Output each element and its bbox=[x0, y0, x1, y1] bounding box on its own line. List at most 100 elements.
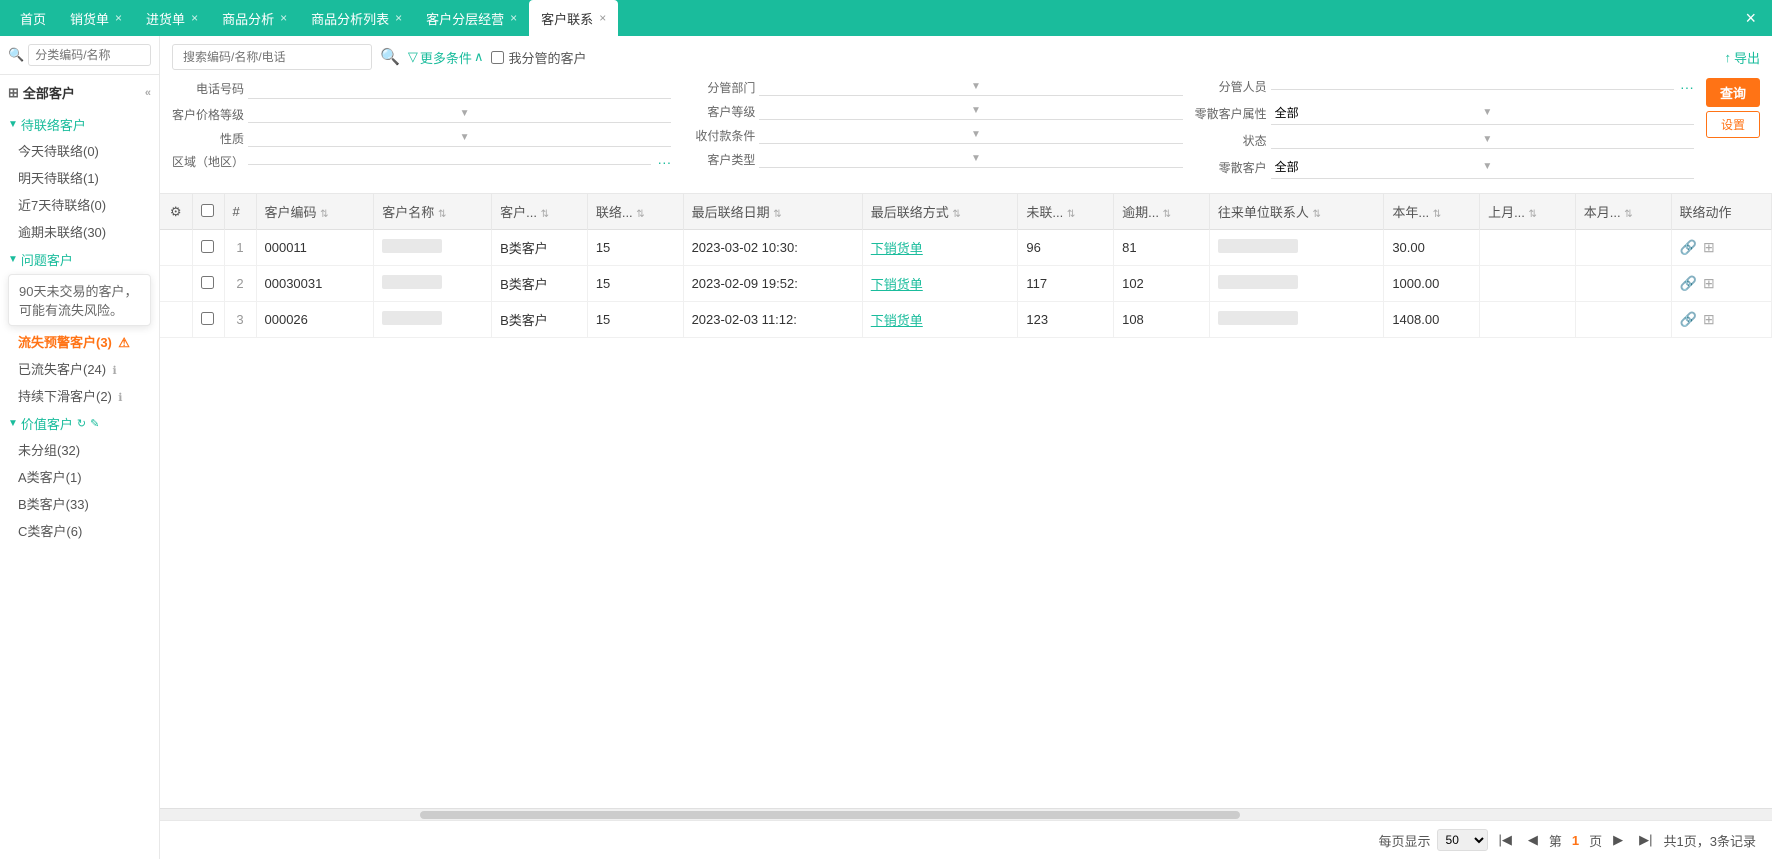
sidebar-item-churned[interactable]: 已流失客户(24) ℹ bbox=[0, 355, 159, 382]
sidebar-search-input[interactable] bbox=[28, 44, 151, 66]
col-last-contact-date[interactable]: 最后联络日期 ⇅ bbox=[683, 194, 862, 230]
col-name[interactable]: 客户名称 ⇅ bbox=[374, 194, 492, 230]
sidebar-item-ungroup[interactable]: 未分组(32) bbox=[0, 436, 159, 463]
tab-close-customer-contact[interactable]: × bbox=[599, 11, 606, 25]
sidebar-item-b-class[interactable]: B类客户(33) bbox=[0, 490, 159, 517]
filter-search-button[interactable]: 🔍 bbox=[380, 47, 400, 67]
sidebar-group-value[interactable]: ▼ 价值客户 ↻ ✎ bbox=[0, 409, 159, 436]
filter-region-select[interactable] bbox=[248, 158, 651, 165]
row3-grid-icon[interactable]: ⊞ bbox=[1703, 311, 1715, 328]
filter-customer-type-select[interactable]: ▼ bbox=[759, 150, 1182, 168]
row3-select[interactable] bbox=[201, 312, 214, 325]
sidebar-item-a-class[interactable]: A类客户(1) bbox=[0, 463, 159, 490]
tab-product-analysis-list[interactable]: 商品分析列表 × bbox=[299, 0, 414, 36]
row3-unit-contact bbox=[1209, 302, 1384, 338]
sidebar-search-area: 🔍 bbox=[0, 36, 159, 75]
tab-purchase[interactable]: 进货单 × bbox=[134, 0, 210, 36]
col-last-month[interactable]: 上月... ⇅ bbox=[1480, 194, 1576, 230]
sidebar-item-7days[interactable]: 近7天待联络(0) bbox=[0, 191, 159, 218]
row2-select[interactable] bbox=[201, 276, 214, 289]
tab-sales[interactable]: 销货单 × bbox=[58, 0, 134, 36]
row3-last-date: 2023-02-03 11:12: bbox=[683, 302, 862, 338]
person-dots[interactable]: ··· bbox=[1680, 79, 1694, 95]
filter-person-select[interactable] bbox=[1271, 83, 1674, 90]
refresh-icon[interactable]: ↻ bbox=[77, 417, 86, 430]
row2-grid-icon[interactable]: ⊞ bbox=[1703, 275, 1715, 292]
select-all-checkbox[interactable] bbox=[201, 204, 214, 217]
first-page-button[interactable]: |◀ bbox=[1494, 830, 1517, 850]
query-button[interactable]: 查询 bbox=[1706, 78, 1760, 107]
row3-checkbox[interactable] bbox=[192, 302, 224, 338]
col-type[interactable]: 客户... ⇅ bbox=[492, 194, 588, 230]
filter-zero-customer-select[interactable]: 全部▼ bbox=[1271, 155, 1694, 179]
filter-zero-attr-select[interactable]: 全部▼ bbox=[1271, 101, 1694, 125]
export-button[interactable]: ↑ 导出 bbox=[1724, 48, 1760, 67]
row2-checkbox[interactable] bbox=[192, 266, 224, 302]
tab-close-customer-layer[interactable]: × bbox=[510, 11, 517, 25]
sort-icon-this-month: ⇅ bbox=[1624, 209, 1632, 220]
tab-close-purchase[interactable]: × bbox=[191, 11, 198, 25]
row3-last-way[interactable]: 下销货单 bbox=[862, 302, 1018, 338]
filter-more-button[interactable]: ▽ 更多条件 ∧ bbox=[408, 48, 484, 67]
col-this-year[interactable]: 本年... ⇅ bbox=[1384, 194, 1480, 230]
collapse-icon[interactable]: « bbox=[145, 87, 151, 99]
filter-phone-input[interactable] bbox=[248, 78, 671, 99]
row3-link-icon[interactable]: 🔗 bbox=[1680, 311, 1697, 328]
tab-customer-layer[interactable]: 客户分层经营 × bbox=[414, 0, 529, 36]
tab-home[interactable]: 首页 bbox=[8, 0, 58, 36]
sidebar-item-tomorrow[interactable]: 明天待联络(1) bbox=[0, 164, 159, 191]
my-customers-checkbox[interactable] bbox=[491, 51, 504, 64]
tab-close-product-analysis-list[interactable]: × bbox=[395, 11, 402, 25]
region-dots[interactable]: ··· bbox=[657, 154, 671, 170]
tab-close-sales[interactable]: × bbox=[115, 11, 122, 25]
sidebar-item-declining[interactable]: 持续下滑客户(2) ℹ bbox=[0, 382, 159, 409]
row1-link-icon[interactable]: 🔗 bbox=[1680, 239, 1697, 256]
filter-price-level-select[interactable]: ▼ bbox=[248, 105, 671, 123]
row1-grid-icon[interactable]: ⊞ bbox=[1703, 239, 1715, 256]
row2-this-month bbox=[1575, 266, 1671, 302]
filter-field-dept: 分管部门 ▼ bbox=[683, 78, 1182, 96]
filter-status-select[interactable]: ▼ bbox=[1271, 131, 1694, 149]
sidebar-item-c-class[interactable]: C类客户(6) bbox=[0, 517, 159, 544]
last-page-button[interactable]: ▶| bbox=[1634, 830, 1657, 850]
row1-select[interactable] bbox=[201, 240, 214, 253]
tab-close-product-analysis[interactable]: × bbox=[280, 11, 287, 25]
scrollbar-thumb[interactable] bbox=[420, 811, 1240, 819]
filter-customer-level-select[interactable]: ▼ bbox=[759, 102, 1182, 120]
next-page-button[interactable]: ▶ bbox=[1608, 830, 1628, 850]
row2-last-way[interactable]: 下销货单 bbox=[862, 266, 1018, 302]
col-last-contact-way[interactable]: 最后联络方式 ⇅ bbox=[862, 194, 1018, 230]
filter-payment-select[interactable]: ▼ bbox=[759, 126, 1182, 144]
prev-page-button[interactable]: ◀ bbox=[1523, 830, 1543, 850]
filter-bar: 🔍 ▽ 更多条件 ∧ 我分管的客户 ↑ 导出 bbox=[160, 36, 1772, 194]
tab-customer-contact[interactable]: 客户联系 × bbox=[529, 0, 618, 36]
col-checkbox[interactable] bbox=[192, 194, 224, 230]
col-contact[interactable]: 联络... ⇅ bbox=[587, 194, 683, 230]
sidebar-item-today[interactable]: 今天待联络(0) bbox=[0, 137, 159, 164]
row1-checkbox[interactable] bbox=[192, 230, 224, 266]
filter-dept-select[interactable]: ▼ bbox=[759, 78, 1182, 96]
sidebar-group-problem[interactable]: ▼ 问题客户 bbox=[0, 245, 159, 272]
sidebar-item-churn-warning[interactable]: 流失预警客户(3) ⚠ bbox=[0, 328, 159, 355]
col-settings[interactable]: ⚙ bbox=[160, 194, 192, 230]
sidebar-all-customers[interactable]: ⊞ 全部客户 « bbox=[0, 75, 159, 110]
col-overdue[interactable]: 逾期... ⇅ bbox=[1114, 194, 1210, 230]
sidebar-item-overdue[interactable]: 逾期未联络(30) bbox=[0, 218, 159, 245]
window-close-button[interactable]: × bbox=[1737, 8, 1764, 29]
tab-product-analysis[interactable]: 商品分析 × bbox=[210, 0, 299, 36]
horizontal-scrollbar[interactable] bbox=[160, 808, 1772, 820]
col-code[interactable]: 客户编码 ⇅ bbox=[256, 194, 374, 230]
filter-search-input[interactable] bbox=[172, 44, 372, 70]
row1-last-way[interactable]: 下销货单 bbox=[862, 230, 1018, 266]
settings-button[interactable]: 设置 bbox=[1706, 111, 1760, 138]
col-unit-contact[interactable]: 往来单位联系人 ⇅ bbox=[1209, 194, 1384, 230]
sidebar-group-pending[interactable]: ▼ 待联络客户 bbox=[0, 110, 159, 137]
edit-icon[interactable]: ✎ bbox=[90, 417, 99, 430]
per-page-select[interactable]: 50 20 100 bbox=[1437, 829, 1488, 851]
col-this-month[interactable]: 本月... ⇅ bbox=[1575, 194, 1671, 230]
filter-nature-select[interactable]: ▼ bbox=[248, 129, 671, 147]
row2-link-icon[interactable]: 🔗 bbox=[1680, 275, 1697, 292]
my-customers-checkbox-label[interactable]: 我分管的客户 bbox=[491, 48, 586, 67]
filter-field-zero-customer: 零散客户 全部▼ bbox=[1195, 155, 1694, 179]
col-not-contacted[interactable]: 未联... ⇅ bbox=[1018, 194, 1114, 230]
